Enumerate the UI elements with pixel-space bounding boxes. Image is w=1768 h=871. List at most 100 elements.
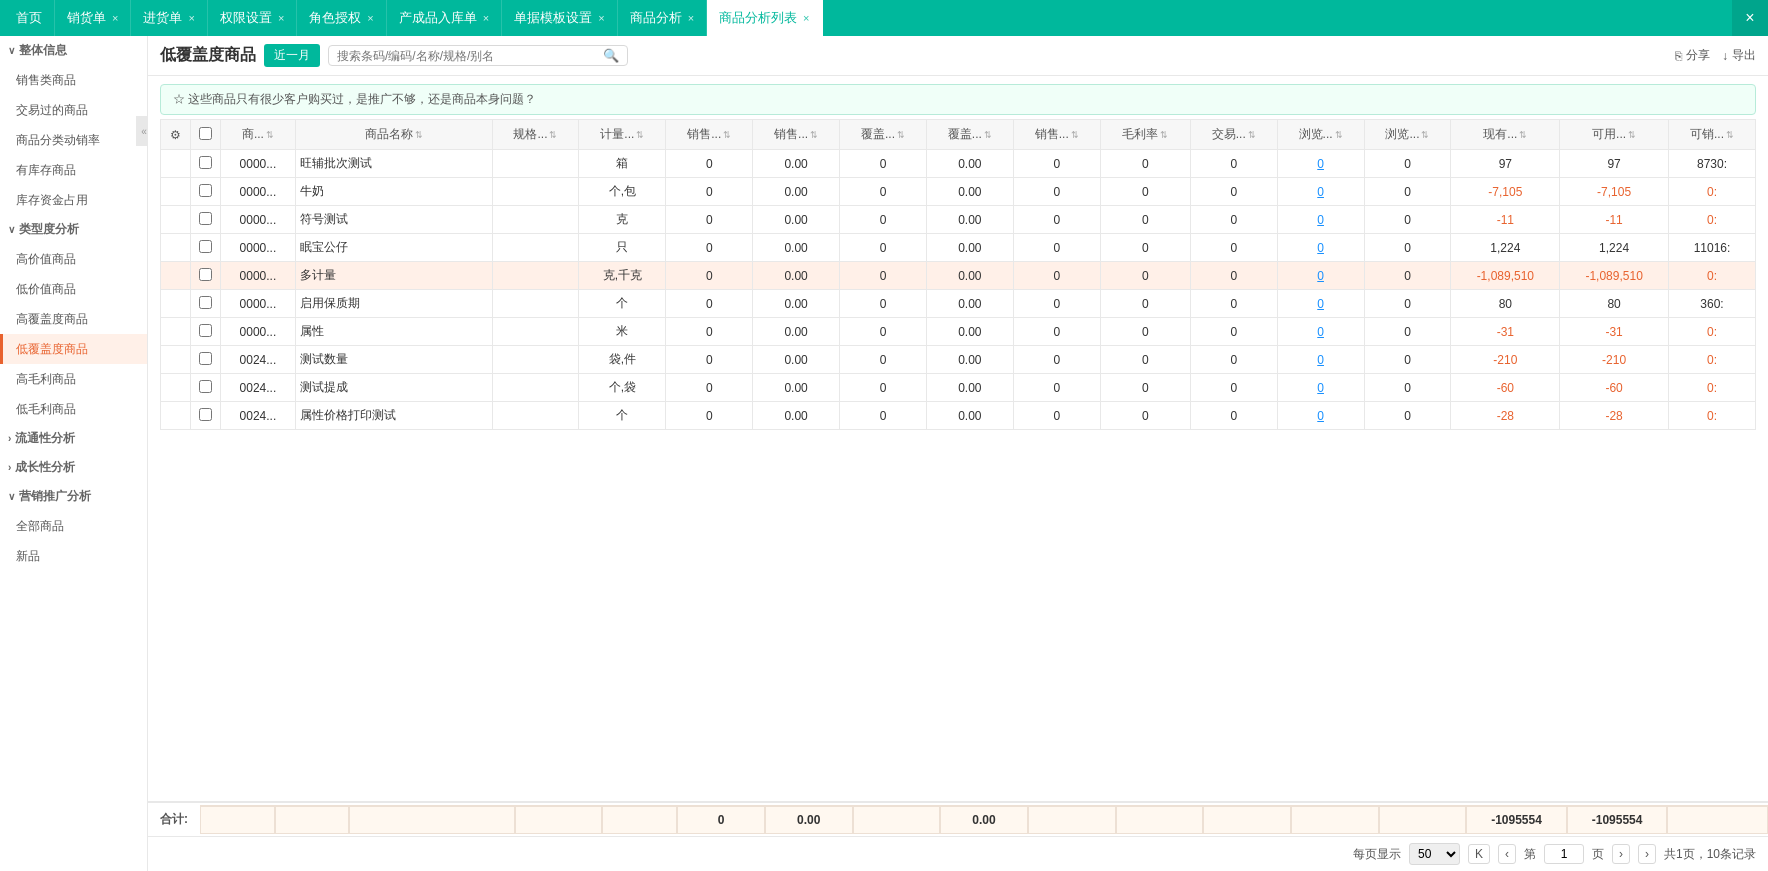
row-checkbox[interactable] [199, 324, 212, 337]
nav-tab-analysis-list[interactable]: 商品分析列表 × [707, 0, 822, 36]
last-page-button[interactable]: › [1638, 844, 1656, 864]
browse1-cell[interactable]: 0 [1277, 150, 1364, 178]
sidebar-section-flow[interactable]: › 流通性分析 [0, 424, 147, 453]
close-icon[interactable]: × [483, 12, 489, 24]
saleable-col-header[interactable]: 可销...⇅ [1669, 120, 1756, 150]
nav-tab-template[interactable]: 单据模板设置 × [502, 0, 617, 36]
browse2-col-header[interactable]: 浏览...⇅ [1364, 120, 1451, 150]
settings-icon[interactable]: ⚙ [170, 128, 181, 142]
sidebar-item-low-profit[interactable]: 低毛利商品 [0, 394, 147, 424]
available-col-header[interactable]: 可用...⇅ [1560, 120, 1669, 150]
close-icon[interactable]: × [688, 12, 694, 24]
checkbox-cell[interactable] [191, 374, 221, 402]
nav-tab-purchase[interactable]: 进货单 × [131, 0, 207, 36]
sidebar-section-marketing[interactable]: ∨ 营销推广分析 [0, 482, 147, 511]
row-checkbox[interactable] [199, 408, 212, 421]
settings-col-header[interactable]: ⚙ [161, 120, 191, 150]
close-icon[interactable]: × [367, 12, 373, 24]
spec-col-header[interactable]: 规格...⇅ [492, 120, 579, 150]
search-input[interactable] [337, 49, 599, 63]
sidebar-item-traded-goods[interactable]: 交易过的商品 [0, 95, 147, 125]
current-col-header[interactable]: 现有...⇅ [1451, 120, 1560, 150]
sidebar-section-type[interactable]: ∨ 类型度分析 [0, 215, 147, 244]
sidebar-item-new-goods[interactable]: 新品 [0, 541, 147, 571]
coverage2-col-header[interactable]: 覆盖...⇅ [926, 120, 1013, 150]
browse1-cell[interactable]: 0 [1277, 262, 1364, 290]
sales-extra-col-header[interactable]: 销售...⇅ [1013, 120, 1100, 150]
first-page-button[interactable]: K [1468, 844, 1490, 864]
code-col-header[interactable]: 商...⇅ [221, 120, 296, 150]
sales-amount-col-header[interactable]: 销售...⇅ [753, 120, 840, 150]
sidebar-section-growth[interactable]: › 成长性分析 [0, 453, 147, 482]
sidebar-item-capital-usage[interactable]: 库存资金占用 [0, 185, 147, 215]
checkbox-col-header[interactable] [191, 120, 221, 150]
browse1-cell[interactable]: 0 [1277, 234, 1364, 262]
close-icon[interactable]: × [598, 12, 604, 24]
sidebar-item-low-value[interactable]: 低价值商品 [0, 274, 147, 304]
close-icon[interactable]: × [803, 12, 809, 24]
checkbox-cell[interactable] [191, 402, 221, 430]
select-all-checkbox[interactable] [199, 127, 212, 140]
checkbox-cell[interactable] [191, 178, 221, 206]
export-button[interactable]: ↓ 导出 [1722, 47, 1756, 64]
sidebar-section-overall[interactable]: ∨ 整体信息 [0, 36, 147, 65]
row-checkbox[interactable] [199, 296, 212, 309]
unit-col-header[interactable]: 计量...⇅ [579, 120, 666, 150]
row-checkbox[interactable] [199, 380, 212, 393]
window-close-button[interactable]: × [1732, 0, 1768, 36]
row-checkbox[interactable] [199, 212, 212, 225]
browse1-col-header[interactable]: 浏览...⇅ [1277, 120, 1364, 150]
browse1-cell[interactable]: 0 [1277, 374, 1364, 402]
sidebar-item-all-goods[interactable]: 全部商品 [0, 511, 147, 541]
checkbox-cell[interactable] [191, 234, 221, 262]
trade-col-header[interactable]: 交易...⇅ [1190, 120, 1277, 150]
browse1-cell[interactable]: 0 [1277, 206, 1364, 234]
browse1-cell[interactable]: 0 [1277, 290, 1364, 318]
close-icon[interactable]: × [112, 12, 118, 24]
close-icon[interactable]: × [278, 12, 284, 24]
sidebar-item-sales-goods[interactable]: 销售类商品 [0, 65, 147, 95]
page-input[interactable] [1544, 844, 1584, 864]
coverage1-col-header[interactable]: 覆盖...⇅ [840, 120, 927, 150]
checkbox-cell[interactable] [191, 150, 221, 178]
browse1-cell[interactable]: 0 [1277, 178, 1364, 206]
gross-rate-col-header[interactable]: 毛利率⇅ [1100, 120, 1190, 150]
browse1-cell[interactable]: 0 [1277, 346, 1364, 374]
checkbox-cell[interactable] [191, 262, 221, 290]
prev-page-button[interactable]: ‹ [1498, 844, 1516, 864]
row-checkbox[interactable] [199, 240, 212, 253]
per-page-select[interactable]: 50 20 100 [1409, 843, 1460, 865]
share-button[interactable]: ⎘ 分享 [1675, 47, 1710, 64]
nav-tab-role[interactable]: 角色授权 × [297, 0, 386, 36]
browse1-cell[interactable]: 0 [1277, 318, 1364, 346]
name-col-header[interactable]: 商品名称⇅ [295, 120, 492, 150]
row-checkbox[interactable] [199, 268, 212, 281]
search-icon[interactable]: 🔍 [603, 48, 619, 63]
gross-rate-cell: 0 [1100, 402, 1190, 430]
browse1-cell[interactable]: 0 [1277, 402, 1364, 430]
sidebar-item-low-coverage[interactable]: 低覆盖度商品 [0, 334, 147, 364]
sidebar-item-high-profit[interactable]: 高毛利商品 [0, 364, 147, 394]
checkbox-cell[interactable] [191, 206, 221, 234]
close-icon[interactable]: × [188, 12, 194, 24]
row-checkbox[interactable] [199, 352, 212, 365]
sidebar-collapse-button[interactable]: « [136, 116, 148, 146]
nav-tab-analysis[interactable]: 商品分析 × [618, 0, 707, 36]
checkbox-cell[interactable] [191, 346, 221, 374]
checkbox-cell[interactable] [191, 290, 221, 318]
checkbox-cell[interactable] [191, 318, 221, 346]
nav-tab-permission[interactable]: 权限设置 × [208, 0, 297, 36]
nav-tab-sales[interactable]: 销货单 × [55, 0, 131, 36]
sidebar-item-stock-goods[interactable]: 有库存商品 [0, 155, 147, 185]
sidebar-item-high-coverage[interactable]: 高覆盖度商品 [0, 304, 147, 334]
period-button[interactable]: 近一月 [264, 44, 320, 67]
row-checkbox[interactable] [199, 184, 212, 197]
sidebar-item-high-value[interactable]: 高价值商品 [0, 244, 147, 274]
code-cell: 0000... [221, 206, 296, 234]
sales-count-col-header[interactable]: 销售...⇅ [666, 120, 753, 150]
nav-tab-home[interactable]: 首页 [4, 0, 55, 36]
next-page-button[interactable]: › [1612, 844, 1630, 864]
sidebar-item-category-rate[interactable]: 商品分类动销率 [0, 125, 147, 155]
row-checkbox[interactable] [199, 156, 212, 169]
nav-tab-product[interactable]: 产成品入库单 × [387, 0, 502, 36]
